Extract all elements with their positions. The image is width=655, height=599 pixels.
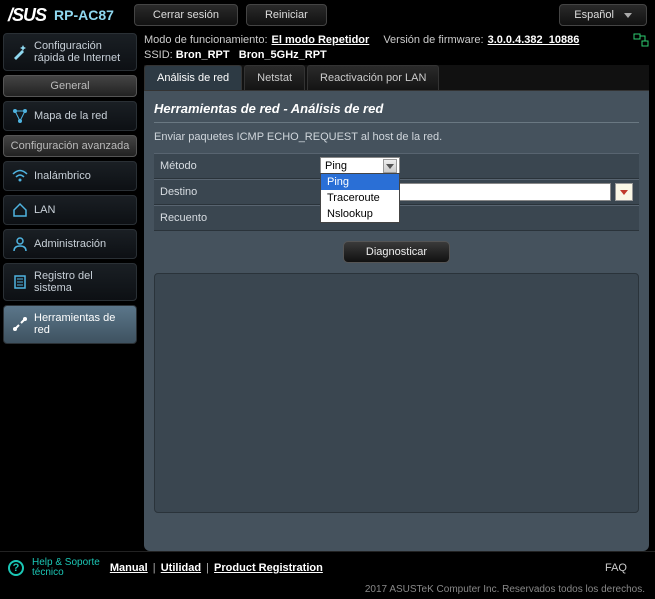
footer-links: Manual | Utilidad | Product Registration	[108, 562, 325, 574]
help-icon[interactable]: ?	[8, 560, 24, 576]
sidebar-item-label: Inalámbrico	[34, 170, 91, 182]
panel-title: Herramientas de red - Análisis de red	[154, 101, 639, 123]
tab-bar: Análisis de red Netstat Reactivación por…	[144, 65, 649, 91]
method-option-traceroute[interactable]: Traceroute	[321, 190, 399, 206]
model-name: RP-AC87	[54, 7, 114, 23]
fw-value[interactable]: 3.0.0.4.382_10886	[488, 34, 580, 46]
chevron-down-icon	[624, 13, 632, 18]
target-label: Destino	[160, 186, 320, 198]
output-area	[154, 273, 639, 513]
sidebar-item-lan[interactable]: LAN	[3, 195, 137, 225]
sidebar-item-label: LAN	[34, 204, 55, 216]
tab-network-analysis[interactable]: Análisis de red	[144, 65, 242, 90]
sidebar-item-label: Registro del sistema	[34, 270, 128, 294]
sidebar-item-label: Configuración rápida de Internet	[34, 40, 128, 64]
brand-logo: /SUS	[8, 5, 46, 26]
sidebar-item-label: Administración	[34, 238, 106, 250]
method-dropdown: Ping Traceroute Nslookup	[320, 173, 400, 223]
sidebar-section-advanced: Configuración avanzada	[3, 135, 137, 157]
manual-link[interactable]: Manual	[110, 562, 148, 574]
magic-wand-icon	[12, 44, 28, 60]
reboot-button[interactable]: Reiniciar	[246, 4, 327, 26]
ssid-2g: Bron_RPT	[176, 49, 230, 61]
faq-link[interactable]: FAQ	[605, 562, 627, 574]
wifi-icon	[12, 168, 28, 184]
copyright-text: 2017 ASUSTeK Computer Inc. Reservados to…	[0, 584, 655, 599]
main-content: Modo de funcionamiento: El modo Repetido…	[140, 30, 655, 551]
sidebar-item-network-map[interactable]: Mapa de la red	[3, 101, 137, 131]
ssid-5g: Bron_5GHz_RPT	[239, 49, 327, 61]
sidebar-item-nettools[interactable]: Herramientas de red	[3, 305, 137, 343]
switch-icon[interactable]	[633, 33, 649, 47]
sidebar-section-general: General	[3, 75, 137, 97]
document-icon	[12, 274, 28, 290]
mode-label: Modo de funcionamiento:	[144, 34, 268, 46]
footer: ? Help & Soporte técnico Manual | Utilid…	[0, 551, 655, 584]
method-option-nslookup[interactable]: Nslookup	[321, 206, 399, 222]
status-line-ssid: SSID: Bron_RPT Bron_5GHz_RPT	[144, 48, 649, 65]
language-label: Español	[574, 9, 614, 21]
method-option-ping[interactable]: Ping	[321, 174, 399, 190]
chevron-down-icon	[620, 190, 628, 195]
network-map-icon	[12, 108, 28, 124]
row-method: Método Ping Ping Traceroute Nslookup	[154, 153, 639, 179]
user-icon	[12, 236, 28, 252]
method-label: Método	[160, 160, 320, 172]
tab-wol[interactable]: Reactivación por LAN	[307, 65, 439, 90]
status-line-mode: Modo de funcionamiento: El modo Repetido…	[144, 32, 649, 48]
tab-netstat[interactable]: Netstat	[244, 65, 305, 90]
product-registration-link[interactable]: Product Registration	[214, 562, 323, 574]
sidebar-item-label: Mapa de la red	[34, 110, 107, 122]
sidebar-item-wireless[interactable]: Inalámbrico	[3, 161, 137, 191]
tools-icon	[12, 316, 28, 332]
fw-label: Versión de firmware:	[383, 34, 483, 46]
top-bar: /SUS RP-AC87 Cerrar sesión Reiniciar Esp…	[0, 0, 655, 30]
home-icon	[12, 202, 28, 218]
sidebar: Configuración rápida de Internet General…	[0, 30, 140, 551]
chevron-down-icon	[383, 159, 397, 173]
language-selector[interactable]: Español	[559, 4, 647, 26]
sidebar-item-syslog[interactable]: Registro del sistema	[3, 263, 137, 301]
panel-description: Enviar paquetes ICMP ECHO_REQUEST al hos…	[154, 131, 639, 143]
favorites-button[interactable]	[615, 183, 633, 201]
logout-button[interactable]: Cerrar sesión	[134, 4, 238, 26]
sidebar-item-quick-setup[interactable]: Configuración rápida de Internet	[3, 33, 137, 71]
diagnose-button[interactable]: Diagnosticar	[343, 241, 450, 263]
method-selected-value: Ping	[325, 160, 347, 172]
help-support-link[interactable]: Help & Soporte técnico	[32, 558, 100, 578]
utility-link[interactable]: Utilidad	[161, 562, 201, 574]
sidebar-item-admin[interactable]: Administración	[3, 229, 137, 259]
count-label: Recuento	[160, 212, 320, 224]
sidebar-item-label: Herramientas de red	[34, 312, 128, 336]
content-panel: Herramientas de red - Análisis de red En…	[144, 91, 649, 551]
mode-value[interactable]: El modo Repetidor	[272, 34, 370, 46]
ssid-label: SSID:	[144, 49, 173, 61]
